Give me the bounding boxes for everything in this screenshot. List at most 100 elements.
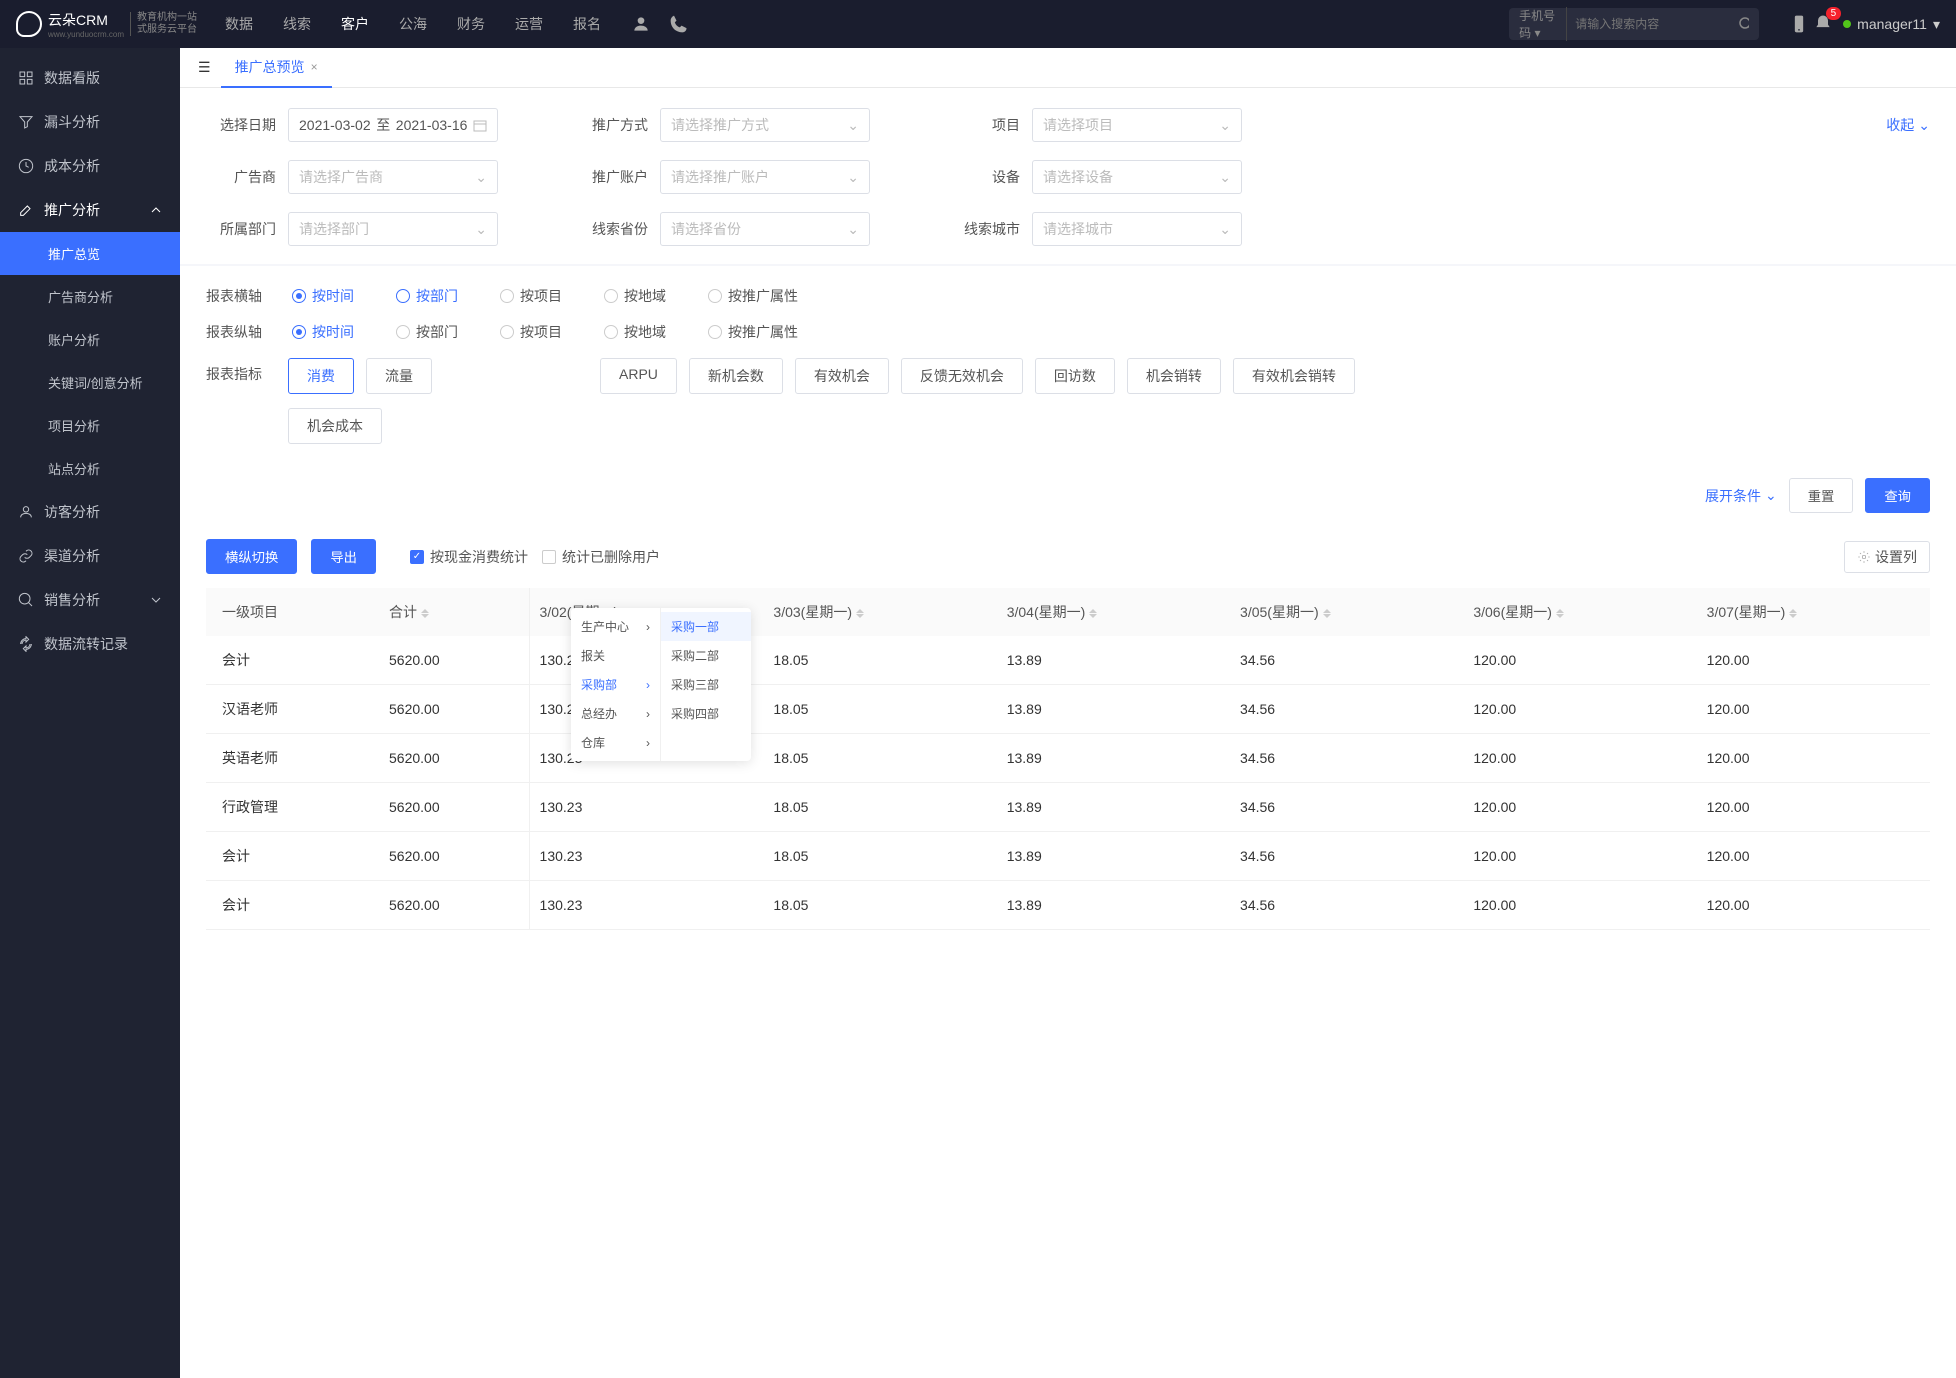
v-radios-按地域[interactable]: 按地域 bbox=[604, 322, 666, 342]
tab-promotion-overview[interactable]: 推广总预览 × bbox=[221, 48, 332, 88]
dept-select[interactable]: 请选择部门⌄ bbox=[288, 212, 498, 246]
metric-有效机会销转[interactable]: 有效机会销转 bbox=[1233, 358, 1355, 394]
sidebar-item-访客分析[interactable]: 访客分析 bbox=[0, 490, 180, 534]
metric-回访数[interactable]: 回访数 bbox=[1035, 358, 1115, 394]
v-radios-按推广属性[interactable]: 按推广属性 bbox=[708, 322, 798, 342]
sidebar-item-渠道分析[interactable]: 渠道分析 bbox=[0, 534, 180, 578]
table-row[interactable]: 汉语老师5620.00130.2318.0513.8934.56120.0012… bbox=[206, 685, 1930, 734]
table-cell: 13.89 bbox=[997, 685, 1230, 734]
sidebar-toggle-icon[interactable]: ☰ bbox=[188, 59, 221, 76]
logo[interactable]: 云朵CRM www.yunduocrm.com 教育机构一站 式服务云平台 bbox=[16, 10, 197, 39]
user-menu[interactable]: manager11 ▾ bbox=[1843, 16, 1940, 33]
col-3/07(星期一)[interactable]: 3/07(星期一) bbox=[1697, 588, 1930, 636]
table-row[interactable]: 会计5620.00130.2318.0513.8934.56120.00120.… bbox=[206, 832, 1930, 881]
metric-有效机会[interactable]: 有效机会 bbox=[795, 358, 889, 394]
mobile-icon[interactable] bbox=[1789, 14, 1809, 34]
table-cell: 120.00 bbox=[1697, 636, 1930, 685]
search-input[interactable] bbox=[1567, 17, 1738, 31]
city-select[interactable]: 请选择城市⌄ bbox=[1032, 212, 1242, 246]
deleted-stat-checkbox[interactable]: 统计已删除用户 bbox=[542, 547, 660, 567]
cycle-icon bbox=[18, 636, 34, 652]
cascade-总经办[interactable]: 总经办› bbox=[571, 699, 660, 728]
close-icon[interactable]: × bbox=[311, 60, 318, 74]
phone-icon[interactable] bbox=[669, 14, 689, 34]
search-icon[interactable] bbox=[1738, 16, 1749, 32]
col-一级项目[interactable]: 一级项目 bbox=[206, 588, 379, 636]
nav-报名[interactable]: 报名 bbox=[573, 14, 601, 34]
advertiser-select[interactable]: 请选择广告商⌄ bbox=[288, 160, 498, 194]
reset-button[interactable]: 重置 bbox=[1789, 478, 1854, 513]
col-3/05(星期一)[interactable]: 3/05(星期一) bbox=[1230, 588, 1463, 636]
account-select[interactable]: 请选择推广账户⌄ bbox=[660, 160, 870, 194]
h-radios-按时间[interactable]: 按时间 bbox=[292, 286, 354, 306]
col-3/06(星期一)[interactable]: 3/06(星期一) bbox=[1463, 588, 1696, 636]
search-prefix[interactable]: 手机号码 ▾ bbox=[1519, 7, 1567, 41]
advertiser-label: 广告商 bbox=[206, 167, 276, 187]
config-columns-button[interactable]: 设置列 bbox=[1844, 541, 1930, 573]
gear-icon bbox=[1857, 550, 1871, 564]
table-row[interactable]: 行政管理5620.00130.2318.0513.8934.56120.0012… bbox=[206, 783, 1930, 832]
nav-数据[interactable]: 数据 bbox=[225, 14, 253, 34]
nav-财务[interactable]: 财务 bbox=[457, 14, 485, 34]
sidebar-item-数据看版[interactable]: 数据看版 bbox=[0, 56, 180, 100]
col-3/03(星期一)[interactable]: 3/03(星期一) bbox=[763, 588, 996, 636]
col-3/04(星期一)[interactable]: 3/04(星期一) bbox=[997, 588, 1230, 636]
table-row[interactable]: 会计5620.00130.2318.0513.8934.56120.00120.… bbox=[206, 881, 1930, 930]
nav-客户[interactable]: 客户 bbox=[341, 14, 369, 34]
nav-公海[interactable]: 公海 bbox=[399, 14, 427, 34]
cascade-仓库[interactable]: 仓库› bbox=[571, 728, 660, 757]
metric-机会销转[interactable]: 机会销转 bbox=[1127, 358, 1221, 394]
sidebar-sub-广告商分析[interactable]: 广告商分析 bbox=[0, 275, 180, 318]
sidebar-sub-项目分析[interactable]: 项目分析 bbox=[0, 404, 180, 447]
sidebar-item-数据流转记录[interactable]: 数据流转记录 bbox=[0, 622, 180, 666]
cascade-采购一部[interactable]: 采购一部 bbox=[661, 612, 751, 641]
h-radios-按地域[interactable]: 按地域 bbox=[604, 286, 666, 306]
project-select[interactable]: 请选择项目⌄ bbox=[1032, 108, 1242, 142]
table-row[interactable]: 英语老师5620.00130.2318.0513.8934.56120.0012… bbox=[206, 734, 1930, 783]
cascade-采购二部[interactable]: 采购二部 bbox=[661, 641, 751, 670]
table-row[interactable]: 会计5620.00130.2318.0513.8934.56120.00120.… bbox=[206, 636, 1930, 685]
cascade-采购部[interactable]: 采购部› bbox=[571, 670, 660, 699]
cascade-采购三部[interactable]: 采购三部 bbox=[661, 670, 751, 699]
sidebar-sub-账户分析[interactable]: 账户分析 bbox=[0, 318, 180, 361]
h-radios-按项目[interactable]: 按项目 bbox=[500, 286, 562, 306]
switch-button[interactable]: 横纵切换 bbox=[206, 539, 297, 574]
export-button[interactable]: 导出 bbox=[311, 539, 376, 574]
method-select[interactable]: 请选择推广方式⌄ bbox=[660, 108, 870, 142]
sidebar-item-推广分析[interactable]: 推广分析 bbox=[0, 188, 180, 232]
notification-bell[interactable]: 5 bbox=[1813, 13, 1833, 36]
date-range-picker[interactable]: 2021-03-02 至 2021-03-16 bbox=[288, 108, 498, 142]
sidebar-sub-关键词/创意分析[interactable]: 关键词/创意分析 bbox=[0, 361, 180, 404]
metric-消费[interactable]: 消费 bbox=[288, 358, 354, 394]
metric-反馈无效机会[interactable]: 反馈无效机会 bbox=[901, 358, 1023, 394]
metric-ARPU[interactable]: ARPU bbox=[600, 358, 677, 394]
sidebar-item-销售分析[interactable]: 销售分析 bbox=[0, 578, 180, 622]
search-box[interactable]: 手机号码 ▾ bbox=[1509, 8, 1759, 40]
v-radios-按项目[interactable]: 按项目 bbox=[500, 322, 562, 342]
v-radios-按部门[interactable]: 按部门 bbox=[396, 322, 458, 342]
cash-stat-checkbox[interactable]: 按现金消费统计 bbox=[410, 547, 528, 567]
metric-新机会数[interactable]: 新机会数 bbox=[689, 358, 783, 394]
metric-opportunity-cost[interactable]: 机会成本 bbox=[288, 408, 382, 444]
query-button[interactable]: 查询 bbox=[1865, 478, 1930, 513]
col-合计[interactable]: 合计 bbox=[379, 588, 529, 636]
device-select[interactable]: 请选择设备⌄ bbox=[1032, 160, 1242, 194]
metric-流量[interactable]: 流量 bbox=[366, 358, 432, 394]
sidebar-item-成本分析[interactable]: 成本分析 bbox=[0, 144, 180, 188]
sidebar-item-漏斗分析[interactable]: 漏斗分析 bbox=[0, 100, 180, 144]
sidebar-sub-站点分析[interactable]: 站点分析 bbox=[0, 447, 180, 490]
calendar-icon bbox=[473, 118, 487, 132]
h-radios-按推广属性[interactable]: 按推广属性 bbox=[708, 286, 798, 306]
h-radios-按部门[interactable]: 按部门 bbox=[396, 286, 458, 306]
user-icon[interactable] bbox=[631, 14, 651, 34]
v-radios-按时间[interactable]: 按时间 bbox=[292, 322, 354, 342]
cascade-生产中心[interactable]: 生产中心› bbox=[571, 612, 660, 641]
collapse-link[interactable]: 收起 ⌄ bbox=[1886, 115, 1930, 135]
expand-conditions-link[interactable]: 展开条件 ⌄ bbox=[1705, 486, 1777, 506]
nav-线索[interactable]: 线索 bbox=[283, 14, 311, 34]
province-select[interactable]: 请选择省份⌄ bbox=[660, 212, 870, 246]
sidebar-sub-推广总览[interactable]: 推广总览 bbox=[0, 232, 180, 275]
cascade-报关[interactable]: 报关 bbox=[571, 641, 660, 670]
cascade-采购四部[interactable]: 采购四部 bbox=[661, 699, 751, 728]
nav-运营[interactable]: 运营 bbox=[515, 14, 543, 34]
